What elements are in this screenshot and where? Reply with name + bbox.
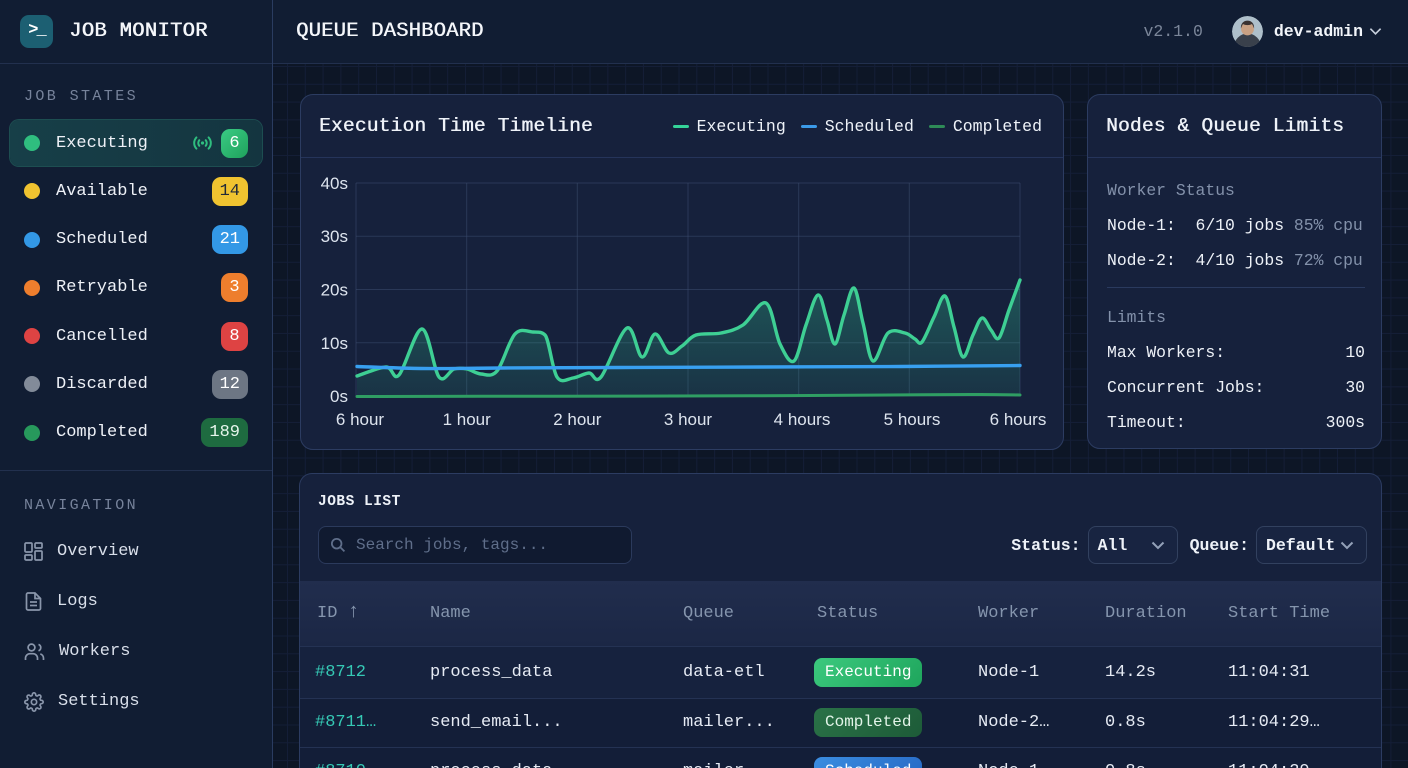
svg-text:40s: 40s — [321, 174, 348, 193]
svg-text:5 hours: 5 hours — [884, 410, 941, 429]
svg-text:6 hour: 6 hour — [336, 410, 385, 429]
svg-text:0s: 0s — [330, 387, 348, 406]
svg-text:3 hour: 3 hour — [664, 410, 713, 429]
svg-text:30s: 30s — [321, 227, 348, 246]
svg-text:4 hours: 4 hours — [774, 410, 831, 429]
svg-text:1 hour: 1 hour — [443, 410, 492, 429]
svg-text:20s: 20s — [321, 281, 348, 300]
svg-text:6 hours: 6 hours — [990, 410, 1047, 429]
svg-text:2 hour: 2 hour — [553, 410, 602, 429]
svg-text:10s: 10s — [321, 334, 348, 353]
